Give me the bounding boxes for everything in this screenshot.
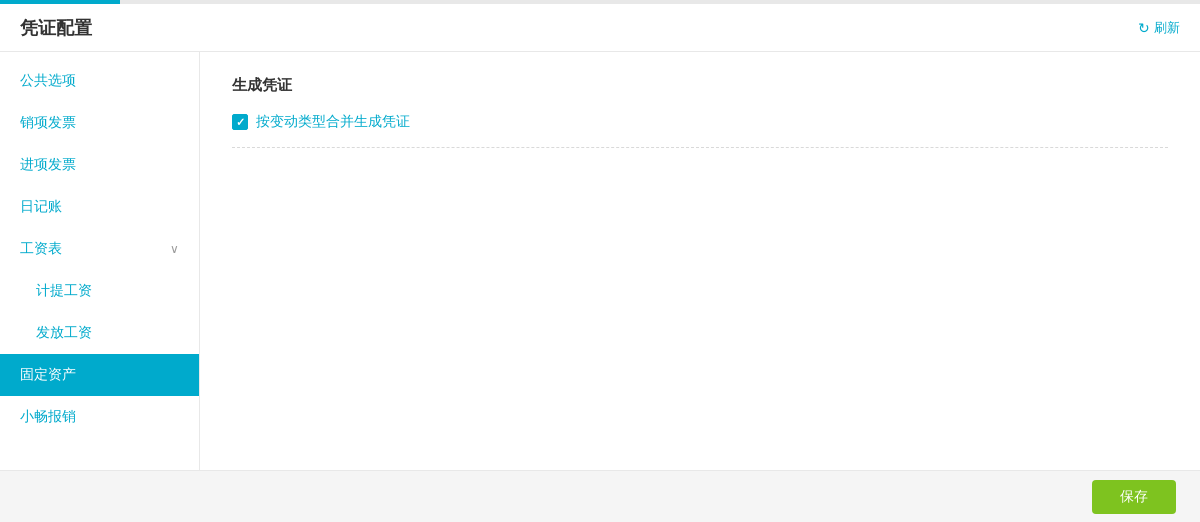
- top-tab-bar: [0, 0, 1200, 4]
- sidebar-item-sales-invoice[interactable]: 销项发票: [0, 102, 199, 144]
- sidebar-item-label: 计提工资: [36, 282, 92, 300]
- checkbox-label: 按变动类型合并生成凭证: [256, 113, 410, 131]
- checkbox-row: 按变动类型合并生成凭证: [232, 113, 1168, 131]
- refresh-button[interactable]: ↻ 刷新: [1138, 19, 1180, 37]
- sidebar-item-accrual-payroll[interactable]: 计提工资: [0, 270, 199, 312]
- body: 公共选项 销项发票 进项发票 日记账 工资表 ∨ 计提工资 发放工资 固定资: [0, 52, 1200, 470]
- page-wrapper: 凭证配置 ↻ 刷新 公共选项 销项发票 进项发票 日记账 工资表 ∨: [0, 0, 1200, 522]
- chevron-down-icon: ∨: [170, 242, 179, 256]
- sidebar-item-label: 小畅报销: [20, 408, 76, 426]
- section-divider: [232, 147, 1168, 148]
- active-tab-indicator: [0, 0, 120, 4]
- refresh-icon: ↻: [1138, 20, 1150, 36]
- sidebar-item-label: 进项发票: [20, 156, 76, 174]
- sidebar-item-label: 公共选项: [20, 72, 76, 90]
- footer: 保存: [0, 470, 1200, 522]
- section-title: 生成凭证: [232, 76, 1168, 95]
- sidebar-item-label: 固定资产: [20, 366, 76, 384]
- refresh-label: 刷新: [1154, 19, 1180, 37]
- sidebar-item-payroll-table[interactable]: 工资表 ∨: [0, 228, 199, 270]
- sidebar-item-label: 工资表: [20, 240, 62, 258]
- save-button[interactable]: 保存: [1092, 480, 1176, 514]
- sidebar-item-public-options[interactable]: 公共选项: [0, 60, 199, 102]
- sidebar-item-purchase-invoice[interactable]: 进项发票: [0, 144, 199, 186]
- sidebar-item-fixed-assets[interactable]: 固定资产: [0, 354, 199, 396]
- merge-checkbox[interactable]: [232, 114, 248, 130]
- sidebar-item-journal[interactable]: 日记账: [0, 186, 199, 228]
- sidebar: 公共选项 销项发票 进项发票 日记账 工资表 ∨ 计提工资 发放工资 固定资: [0, 52, 200, 470]
- sidebar-item-distribute-payroll[interactable]: 发放工资: [0, 312, 199, 354]
- sidebar-item-label: 日记账: [20, 198, 62, 216]
- main-content: 生成凭证 按变动类型合并生成凭证: [200, 52, 1200, 470]
- sidebar-item-label: 发放工资: [36, 324, 92, 342]
- header: 凭证配置 ↻ 刷新: [0, 4, 1200, 52]
- sidebar-item-label: 销项发票: [20, 114, 76, 132]
- page-title: 凭证配置: [20, 16, 92, 40]
- sidebar-item-expense-reimbursement[interactable]: 小畅报销: [0, 396, 199, 438]
